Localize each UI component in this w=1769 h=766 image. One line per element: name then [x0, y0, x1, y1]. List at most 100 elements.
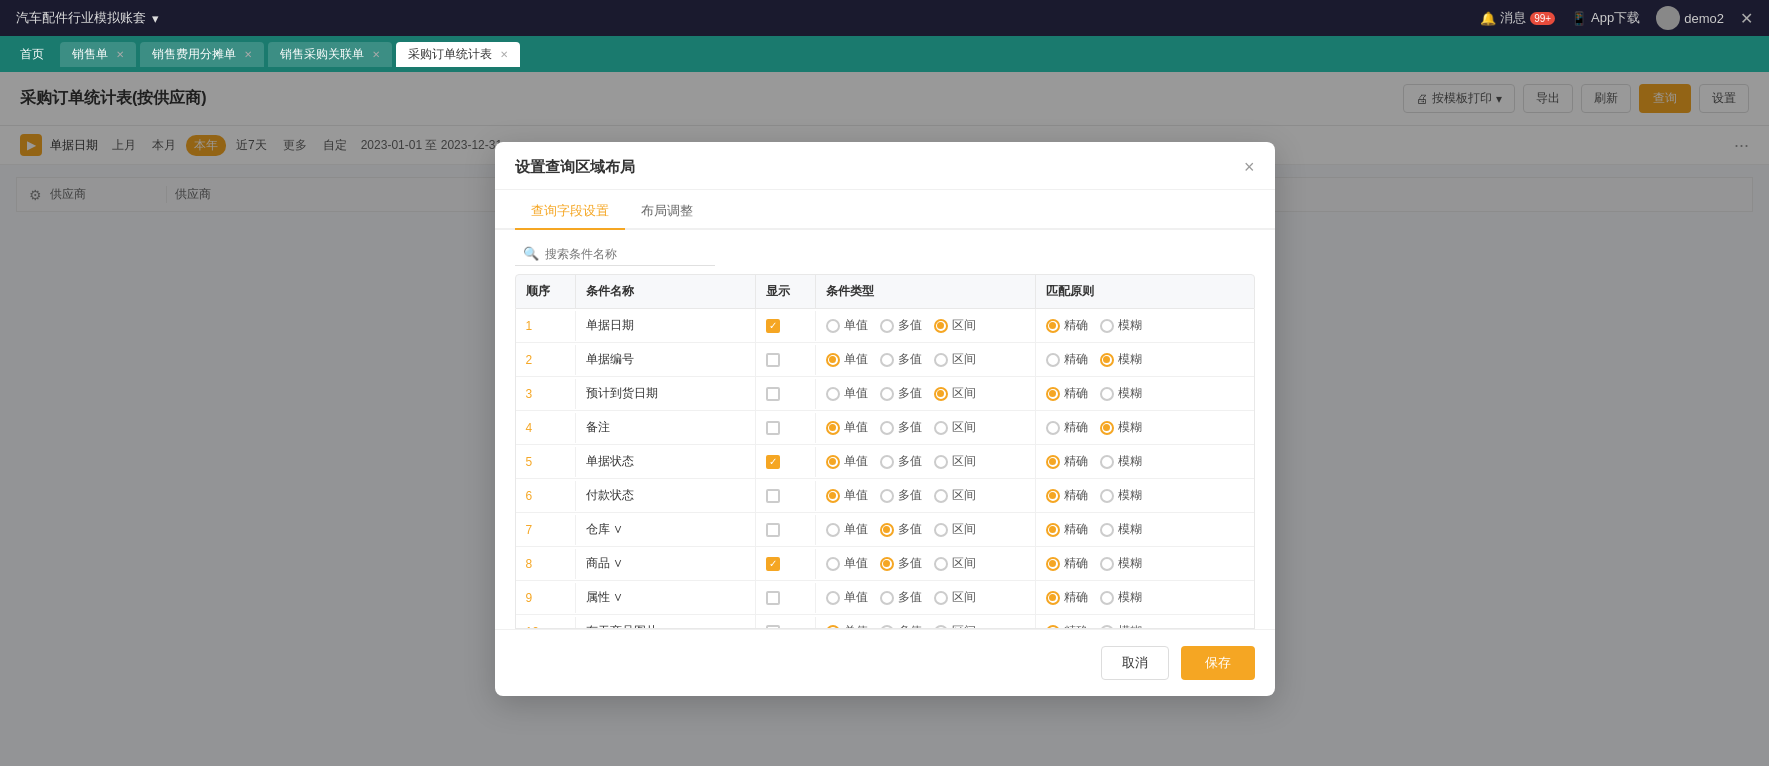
type-single-8[interactable]: 单值 — [826, 555, 868, 572]
condition-name: 付款状态 — [586, 487, 634, 504]
tab-sales-order[interactable]: 销售单 ✕ — [60, 42, 136, 67]
show-checkbox-3[interactable] — [766, 387, 780, 401]
match-fuzzy-8[interactable]: 模糊 — [1100, 555, 1142, 572]
tab-purchase-stats-close[interactable]: ✕ — [500, 49, 508, 60]
cell-show-6[interactable] — [756, 481, 816, 511]
condition-name: 仓库 ∨ — [586, 521, 623, 538]
match-exact-3[interactable]: 精确 — [1046, 385, 1088, 402]
cell-show-4[interactable] — [756, 413, 816, 443]
cell-order-2: 2 — [516, 345, 576, 375]
type-range-7[interactable]: 区间 — [934, 521, 976, 538]
show-checkbox-6[interactable] — [766, 489, 780, 503]
type-multi-4[interactable]: 多值 — [880, 419, 922, 436]
header-order: 顺序 — [516, 275, 576, 308]
type-single-2[interactable]: 单值 — [826, 351, 868, 368]
type-multi-7[interactable]: 多值 — [880, 521, 922, 538]
dialog-tab-query-fields[interactable]: 查询字段设置 — [515, 194, 625, 230]
dropdown-arrow-icon[interactable]: ▾ — [152, 11, 159, 26]
show-checkbox-2[interactable] — [766, 353, 780, 367]
tab-home[interactable]: 首页 — [8, 42, 56, 67]
show-checkbox-1[interactable] — [766, 319, 780, 333]
match-exact-2[interactable]: 精确 — [1046, 351, 1088, 368]
cell-show-8[interactable] — [756, 549, 816, 579]
tab-home-label: 首页 — [20, 46, 44, 63]
download-item[interactable]: 📱 App下载 — [1571, 9, 1640, 27]
match-fuzzy-3[interactable]: 模糊 — [1100, 385, 1142, 402]
notification-label: 消息 — [1500, 9, 1526, 27]
match-fuzzy-9[interactable]: 模糊 — [1100, 589, 1142, 606]
match-exact-9[interactable]: 精确 — [1046, 589, 1088, 606]
type-multi-1[interactable]: 多值 — [880, 317, 922, 334]
tab-sales-purchase[interactable]: 销售采购关联单 ✕ — [268, 42, 392, 67]
type-single-4[interactable]: 单值 — [826, 419, 868, 436]
tab-sales-expense[interactable]: 销售费用分摊单 ✕ — [140, 42, 264, 67]
type-single-7[interactable]: 单值 — [826, 521, 868, 538]
show-checkbox-4[interactable] — [766, 421, 780, 435]
cell-show-5[interactable] — [756, 447, 816, 477]
cell-name-1: 单据日期 — [576, 309, 756, 342]
show-checkbox-8[interactable] — [766, 557, 780, 571]
tab-purchase-stats[interactable]: 采购订单统计表 ✕ — [396, 42, 520, 67]
top-close-button[interactable]: ✕ — [1740, 9, 1753, 28]
match-exact-6[interactable]: 精确 — [1046, 487, 1088, 504]
match-fuzzy-6[interactable]: 模糊 — [1100, 487, 1142, 504]
match-exact-4[interactable]: 精确 — [1046, 419, 1088, 436]
match-fuzzy-4[interactable]: 模糊 — [1100, 419, 1142, 436]
match-exact-8[interactable]: 精确 — [1046, 555, 1088, 572]
tab-bar: 首页 销售单 ✕ 销售费用分摊单 ✕ 销售采购关联单 ✕ 采购订单统计表 ✕ — [0, 36, 1769, 72]
order-number: 8 — [526, 557, 533, 571]
type-multi-3[interactable]: 多值 — [880, 385, 922, 402]
match-exact-1[interactable]: 精确 — [1046, 317, 1088, 334]
save-button[interactable]: 保存 — [1181, 646, 1255, 680]
type-multi-8[interactable]: 多值 — [880, 555, 922, 572]
type-multi-9[interactable]: 多值 — [880, 589, 922, 606]
cancel-button[interactable]: 取消 — [1101, 646, 1169, 680]
cell-show-9[interactable] — [756, 583, 816, 613]
cell-order-4: 4 — [516, 413, 576, 443]
notification-badge: 99+ — [1530, 12, 1555, 25]
match-exact-7[interactable]: 精确 — [1046, 521, 1088, 538]
type-multi-6[interactable]: 多值 — [880, 487, 922, 504]
type-multi-5[interactable]: 多值 — [880, 453, 922, 470]
cell-show-10[interactable] — [756, 617, 816, 630]
search-input[interactable] — [545, 247, 695, 261]
order-number: 5 — [526, 455, 533, 469]
type-single-3[interactable]: 单值 — [826, 385, 868, 402]
type-single-1[interactable]: 单值 — [826, 317, 868, 334]
show-checkbox-9[interactable] — [766, 591, 780, 605]
type-single-6[interactable]: 单值 — [826, 487, 868, 504]
type-range-6[interactable]: 区间 — [934, 487, 976, 504]
tab-sales-expense-close[interactable]: ✕ — [244, 49, 252, 60]
match-exact-5[interactable]: 精确 — [1046, 453, 1088, 470]
type-range-2[interactable]: 区间 — [934, 351, 976, 368]
type-single-5[interactable]: 单值 — [826, 453, 868, 470]
cell-type-5: 单值 多值 区间 — [816, 445, 1036, 478]
type-multi-2[interactable]: 多值 — [880, 351, 922, 368]
cell-show-1[interactable] — [756, 311, 816, 341]
cell-show-3[interactable] — [756, 379, 816, 409]
user-avatar[interactable]: demo2 — [1656, 6, 1724, 30]
type-single-9[interactable]: 单值 — [826, 589, 868, 606]
cell-show-2[interactable] — [756, 345, 816, 375]
tab-sales-purchase-close[interactable]: ✕ — [372, 49, 380, 60]
type-radio-group-7: 单值 多值 区间 — [826, 521, 976, 538]
type-range-9[interactable]: 区间 — [934, 589, 976, 606]
type-range-1[interactable]: 区间 — [934, 317, 976, 334]
type-range-5[interactable]: 区间 — [934, 453, 976, 470]
type-radio-group-2: 单值 多值 区间 — [826, 351, 976, 368]
notification-item[interactable]: 🔔 消息 99+ — [1480, 9, 1555, 27]
type-range-3[interactable]: 区间 — [934, 385, 976, 402]
show-checkbox-5[interactable] — [766, 455, 780, 469]
match-fuzzy-7[interactable]: 模糊 — [1100, 521, 1142, 538]
show-checkbox-7[interactable] — [766, 523, 780, 537]
match-fuzzy-2[interactable]: 模糊 — [1100, 351, 1142, 368]
type-range-8[interactable]: 区间 — [934, 555, 976, 572]
type-range-4[interactable]: 区间 — [934, 419, 976, 436]
dialog-tab-layout[interactable]: 布局调整 — [625, 194, 709, 230]
tab-sales-close[interactable]: ✕ — [116, 49, 124, 60]
cell-show-7[interactable] — [756, 515, 816, 545]
match-fuzzy-1[interactable]: 模糊 — [1100, 317, 1142, 334]
dialog-close-button[interactable]: × — [1244, 157, 1255, 178]
match-radio-group-6: 精确 模糊 — [1046, 487, 1142, 504]
match-fuzzy-5[interactable]: 模糊 — [1100, 453, 1142, 470]
